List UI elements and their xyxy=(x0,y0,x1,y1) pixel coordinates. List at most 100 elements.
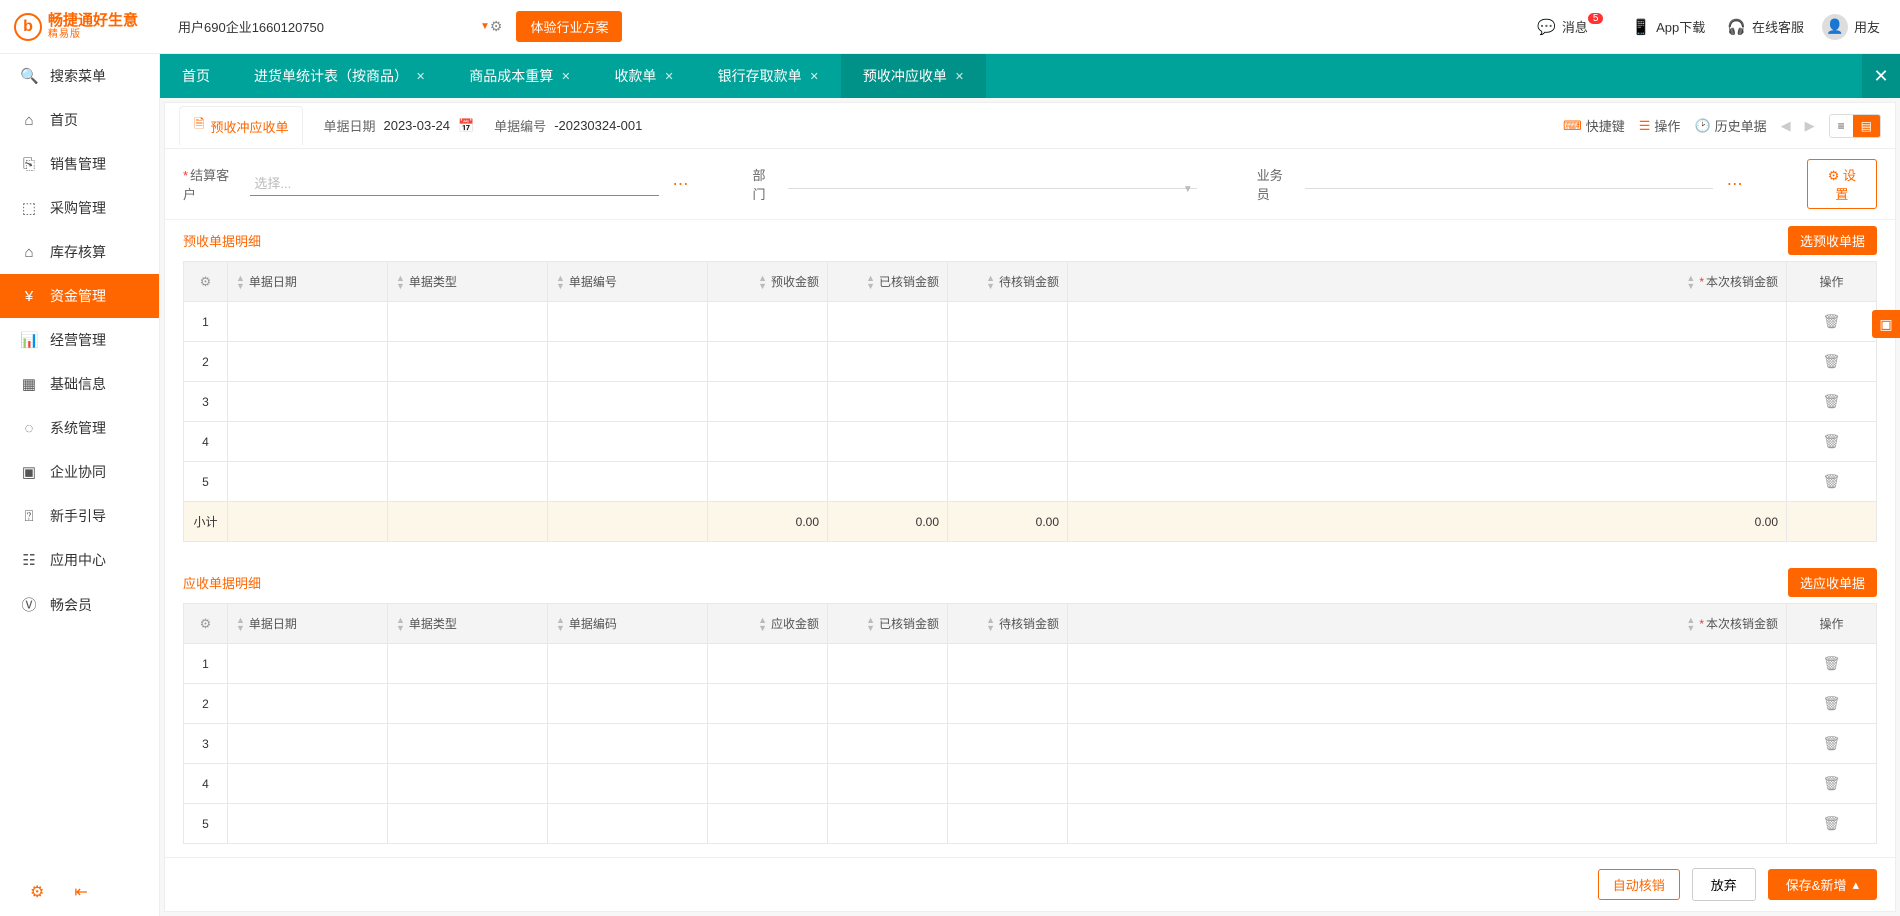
delete-icon[interactable]: 🗑 xyxy=(1823,433,1841,449)
auto-writeoff-button[interactable]: 自动核销 xyxy=(1598,869,1680,900)
sort-icon[interactable]: ▲▼ xyxy=(866,274,875,290)
table-row[interactable]: 5🗑 xyxy=(184,462,1877,502)
sort-icon[interactable]: ▲▼ xyxy=(758,616,767,632)
messages-link[interactable]: 💬 消息 5 xyxy=(1537,17,1609,36)
sidebar-item-4[interactable]: ⌂库存核算 xyxy=(0,230,159,274)
collapse-icon[interactable]: ⇤ xyxy=(74,882,87,902)
sidebar-item-label: 首页 xyxy=(50,110,78,130)
history-link[interactable]: 🕑历史单据 xyxy=(1694,116,1766,135)
sidebar-item-6[interactable]: 📊经营管理 xyxy=(0,318,159,362)
sort-icon[interactable]: ▲▼ xyxy=(236,274,245,290)
close-icon[interactable]: ✕ xyxy=(561,70,570,83)
service-link[interactable]: 🎧 在线客服 xyxy=(1727,17,1804,36)
salesperson-lookup-icon[interactable]: ⋯ xyxy=(1723,174,1747,194)
delete-icon[interactable]: 🗑 xyxy=(1823,815,1841,831)
settings-button[interactable]: ⚙ 设置 xyxy=(1807,159,1877,209)
view-list[interactable]: ≡ xyxy=(1830,115,1853,137)
delete-icon[interactable]: 🗑 xyxy=(1823,393,1841,409)
close-icon[interactable]: ✕ xyxy=(810,70,819,83)
user-name[interactable]: 用友 xyxy=(1854,17,1880,36)
sidebar-item-7[interactable]: ▦基础信息 xyxy=(0,362,159,406)
save-button[interactable]: 保存&新增▴ xyxy=(1768,869,1877,900)
delete-icon[interactable]: 🗑 xyxy=(1823,735,1841,751)
sidebar-item-3[interactable]: ⬚采购管理 xyxy=(0,186,159,230)
table-row[interactable]: 2🗑 xyxy=(184,342,1877,382)
close-icon[interactable]: ✕ xyxy=(664,70,673,83)
operate-link[interactable]: ☰操作 xyxy=(1639,116,1681,135)
company-select[interactable]: 用户690企业1660120750 ▼ xyxy=(178,17,490,36)
sidebar-item-10[interactable]: ⍰新手引导 xyxy=(0,494,159,538)
sidebar-item-2[interactable]: ⎘销售管理 xyxy=(0,142,159,186)
company-name: 用户690企业1660120750 xyxy=(178,17,324,36)
sort-icon[interactable]: ▲▼ xyxy=(556,274,565,290)
sidebar-item-11[interactable]: ☷应用中心 xyxy=(0,538,159,582)
settings-icon[interactable]: ⚙ xyxy=(30,882,44,902)
table-row[interactable]: 3🗑 xyxy=(184,382,1877,422)
close-all-tabs[interactable]: ✕ xyxy=(1862,54,1900,98)
table-row[interactable]: 2🗑 xyxy=(184,684,1877,724)
app-download-link[interactable]: 📱 App下载 xyxy=(1631,17,1705,36)
discard-button[interactable]: 放弃 xyxy=(1692,868,1756,901)
prepay-table: ⚙ ▲▼单据日期 ▲▼单据类型 ▲▼单据编号 ▲▼预收金额 ▲▼已核销金额 ▲▼… xyxy=(183,261,1877,542)
view-toggle[interactable]: ≡ ▤ xyxy=(1829,114,1881,138)
sort-icon[interactable]: ▲▼ xyxy=(986,616,995,632)
customer-lookup-icon[interactable]: ⋯ xyxy=(669,174,693,194)
shortcut-link[interactable]: ⌨快捷键 xyxy=(1563,116,1625,135)
tab-2[interactable]: 商品成本重算✕ xyxy=(447,54,592,98)
delete-icon[interactable]: 🗑 xyxy=(1823,695,1841,711)
sort-icon[interactable]: ▲▼ xyxy=(556,616,565,632)
sort-icon[interactable]: ▲▼ xyxy=(1686,274,1695,290)
sidebar-item-1[interactable]: ⌂首页 xyxy=(0,98,159,142)
select-receivable-button[interactable]: 选应收单据 xyxy=(1788,568,1877,597)
sidebar-icon: ⬚ xyxy=(20,199,38,217)
delete-icon[interactable]: 🗑 xyxy=(1823,353,1841,369)
sort-icon[interactable]: ▲▼ xyxy=(236,616,245,632)
experience-button[interactable]: 体验行业方案 xyxy=(516,11,622,42)
sidebar-item-12[interactable]: Ⓥ畅会员 xyxy=(0,582,159,627)
select-prepay-button[interactable]: 选预收单据 xyxy=(1788,226,1877,255)
table-row[interactable]: 5🗑 xyxy=(184,804,1877,844)
close-icon[interactable]: ✕ xyxy=(416,70,425,83)
table-row[interactable]: 4🗑 xyxy=(184,422,1877,462)
sidebar-item-5[interactable]: ¥资金管理 xyxy=(0,274,159,318)
view-detail[interactable]: ▤ xyxy=(1853,115,1880,137)
sidebar-item-label: 资金管理 xyxy=(50,286,106,306)
doc-date[interactable]: 2023-03-24 xyxy=(383,118,450,133)
sort-icon[interactable]: ▲▼ xyxy=(986,274,995,290)
tab-3[interactable]: 收款单✕ xyxy=(592,54,695,98)
dept-select[interactable]: ▼ xyxy=(788,180,1197,189)
tab-4[interactable]: 银行存取款单✕ xyxy=(696,54,841,98)
gear-icon[interactable]: ⚙ xyxy=(200,616,212,631)
table-row[interactable]: 1🗑 xyxy=(184,302,1877,342)
delete-icon[interactable]: 🗑 xyxy=(1823,473,1841,489)
next-icon[interactable]: ▶ xyxy=(1805,118,1815,134)
sidebar-item-8[interactable]: ◌系统管理 xyxy=(0,406,159,450)
sidebar-item-9[interactable]: ▣企业协同 xyxy=(0,450,159,494)
sidebar-item-0[interactable]: 🔍搜索菜单 xyxy=(0,54,159,98)
avatar[interactable]: 👤 xyxy=(1822,14,1848,40)
delete-icon[interactable]: 🗑 xyxy=(1823,313,1841,329)
float-panel[interactable]: ▣ xyxy=(1872,310,1900,338)
delete-icon[interactable]: 🗑 xyxy=(1823,775,1841,791)
table-row[interactable]: 4🗑 xyxy=(184,764,1877,804)
tab-5[interactable]: 预收冲应收单✕ xyxy=(841,54,986,98)
gear-icon[interactable]: ⚙ xyxy=(200,274,212,289)
delete-icon[interactable]: 🗑 xyxy=(1823,655,1841,671)
table-row[interactable]: 1🗑 xyxy=(184,644,1877,684)
calendar-icon[interactable]: 📅 xyxy=(458,118,474,134)
prev-icon[interactable]: ◀ xyxy=(1781,118,1791,134)
tab-0[interactable]: 首页 xyxy=(160,54,232,98)
table-row[interactable]: 3🗑 xyxy=(184,724,1877,764)
sort-icon[interactable]: ▲▼ xyxy=(1686,616,1695,632)
tab-1[interactable]: 进货单统计表（按商品）✕ xyxy=(232,54,447,98)
sort-icon[interactable]: ▲▼ xyxy=(866,616,875,632)
page-tab[interactable]: 🗎 预收冲应收单 xyxy=(179,106,303,145)
close-icon[interactable]: ✕ xyxy=(955,70,964,83)
sort-icon[interactable]: ▲▼ xyxy=(758,274,767,290)
sort-icon[interactable]: ▲▼ xyxy=(396,274,405,290)
top-bar: b 畅捷通好生意 精易版 用户690企业1660120750 ▼ ⚙ 体验行业方… xyxy=(0,0,1900,54)
gear-icon[interactable]: ⚙ xyxy=(490,18,503,35)
salesperson-select[interactable] xyxy=(1305,180,1713,189)
customer-input[interactable] xyxy=(250,172,658,196)
sort-icon[interactable]: ▲▼ xyxy=(396,616,405,632)
